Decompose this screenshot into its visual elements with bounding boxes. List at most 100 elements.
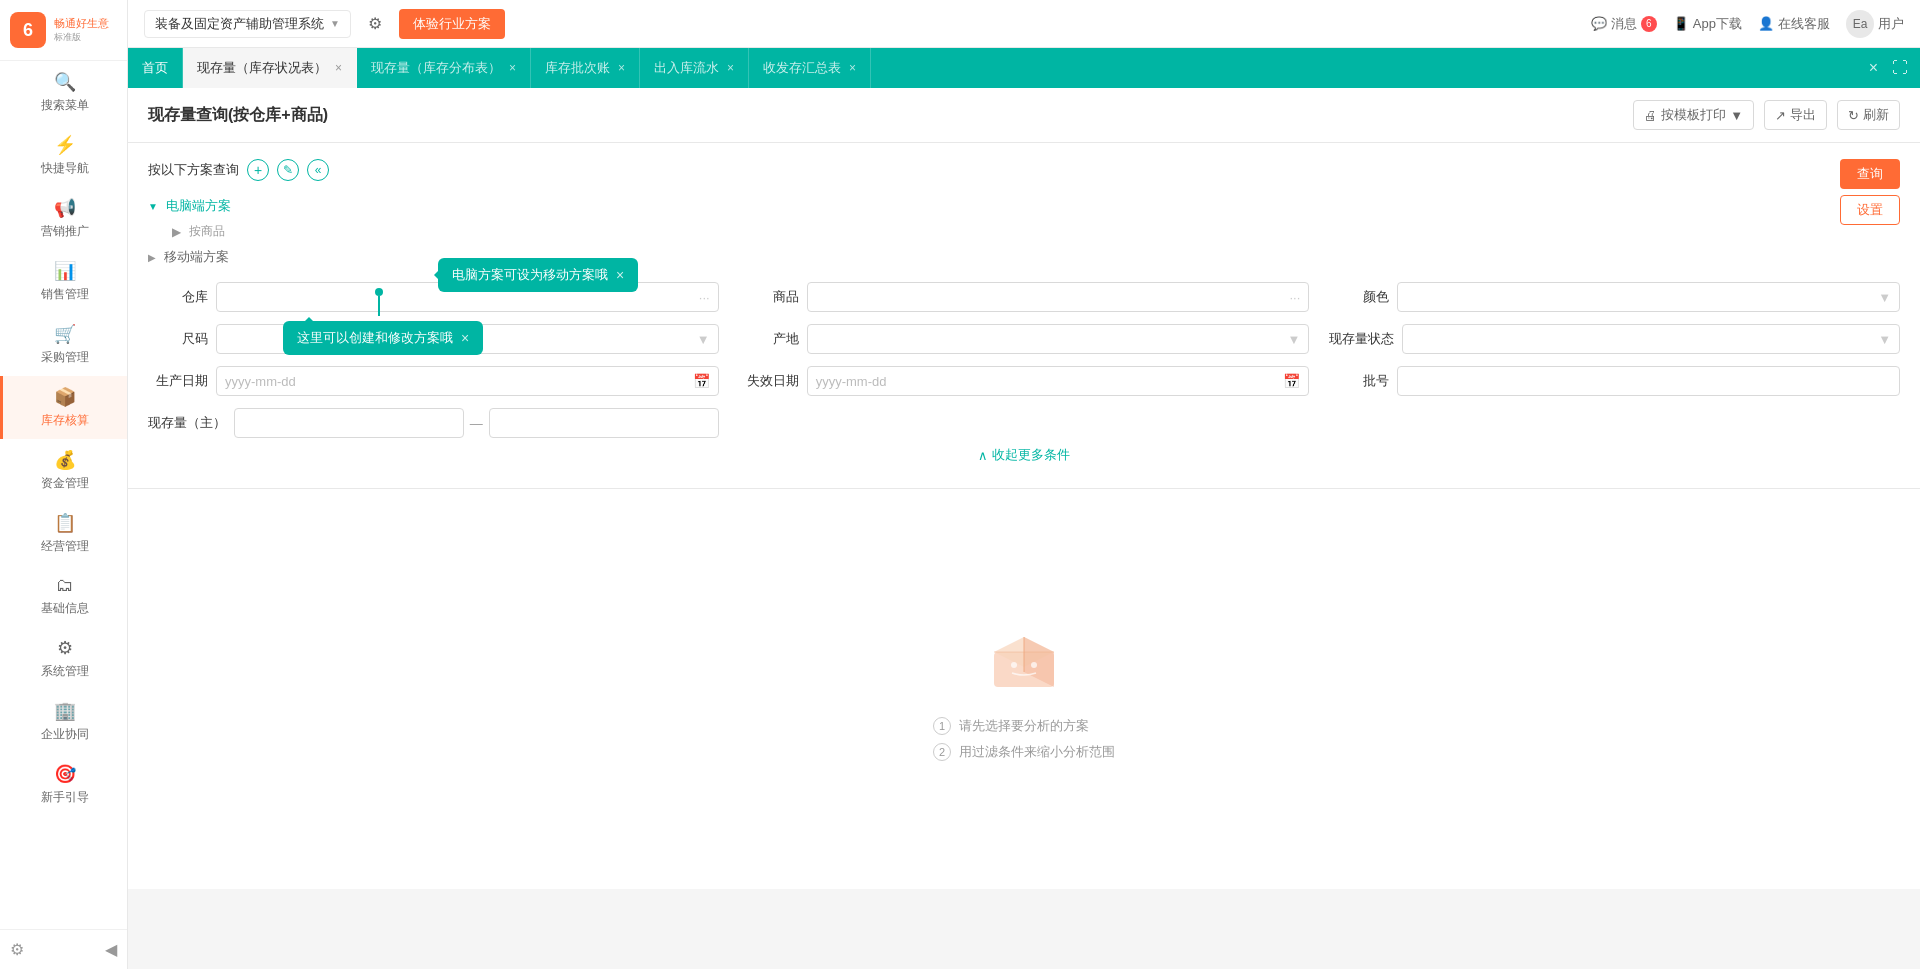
online-support-action[interactable]: 👤 在线客服 (1758, 15, 1830, 33)
tab-batch-account[interactable]: 库存批次账 × (531, 48, 640, 88)
collapse-bar[interactable]: ∧ 收起更多条件 (148, 438, 1900, 472)
sidebar-item-label: 销售管理 (41, 286, 89, 303)
search-button[interactable]: 查询 (1840, 159, 1900, 189)
tab-inventory-status-close[interactable]: × (335, 61, 342, 75)
stock-status-select[interactable]: ▼ (1402, 324, 1900, 354)
tab-inventory-status[interactable]: 现存量（库存状况表） × (183, 48, 357, 88)
filter-label-text: 按以下方案查询 (148, 161, 239, 179)
tab-inventory-status-label: 现存量（库存状况表） (197, 59, 327, 77)
svg-point-6 (1031, 662, 1037, 668)
tab-batch-account-close[interactable]: × (618, 61, 625, 75)
sidebar-item-purchase[interactable]: 🛒 采购管理 (0, 313, 127, 376)
empty-tip-1: 1 请先选择要分析的方案 (933, 717, 1115, 735)
refresh-button[interactable]: ↻ 刷新 (1837, 100, 1900, 130)
purchase-icon: 🛒 (54, 323, 76, 345)
empty-tip-1-text: 请先选择要分析的方案 (959, 717, 1089, 735)
sidebar-item-guide[interactable]: 🎯 新手引导 (0, 753, 127, 816)
scheme-item-mobile[interactable]: ▶ 移动端方案 (148, 244, 1900, 270)
scheme-item-pc[interactable]: ▼ 电脑端方案 (148, 193, 1900, 219)
empty-tip-2-text: 用过滤条件来缩小分析范围 (959, 743, 1115, 761)
print-label: 按模板打印 (1661, 106, 1726, 124)
system-selector[interactable]: 装备及固定资产辅助管理系统 ▼ (144, 10, 351, 38)
empty-tips: 1 请先选择要分析的方案 2 用过滤条件来缩小分析范围 (933, 717, 1115, 761)
page-header: 现存量查询(按仓库+商品) 🖨 按模板打印 ▼ ↗ 导出 ↻ 刷新 (128, 88, 1920, 143)
sidebar-nav: 🔍 搜索菜单 ⚡ 快捷导航 📢 营销推广 📊 销售管理 🛒 采购管理 📦 (0, 61, 127, 929)
prod-date-input[interactable]: yyyy-mm-dd 📅 (216, 366, 719, 396)
sidebar-item-quick[interactable]: ⚡ 快捷导航 (0, 124, 127, 187)
search-icon: 🔍 (54, 71, 76, 93)
app-download-action[interactable]: 📱 App下载 (1673, 15, 1742, 33)
support-icon: 👤 (1758, 16, 1774, 31)
sidebar-collapse-btn[interactable]: ◀ (105, 940, 117, 959)
tab-fullscreen-btn[interactable]: ⛶ (1888, 57, 1912, 79)
warehouse-dots: ··· (699, 290, 710, 305)
basic-icon: 🗂 (56, 575, 74, 596)
tab-inventory-dist-close[interactable]: × (509, 61, 516, 75)
reset-button[interactable]: 设置 (1840, 195, 1900, 225)
sidebar-settings-btn[interactable]: ⚙ (10, 940, 24, 959)
avatar: Ea (1846, 10, 1874, 38)
empty-illustration (974, 617, 1074, 697)
message-icon: 💬 (1591, 16, 1607, 31)
sidebar-item-label: 基础信息 (41, 600, 89, 617)
dot-line (378, 296, 380, 316)
tooltip-bubble-1: 电脑方案可设为移动方案哦 × (438, 258, 638, 292)
exp-date-label: 失效日期 (739, 372, 799, 390)
filter-add-button[interactable]: + (247, 159, 269, 181)
sidebar-item-finance[interactable]: 💰 资金管理 (0, 439, 127, 502)
tab-inout-flow-close[interactable]: × (727, 61, 734, 75)
message-label: 消息 (1611, 15, 1637, 33)
tooltip-2-close[interactable]: × (461, 330, 469, 346)
message-action[interactable]: 💬 消息 6 (1591, 15, 1657, 33)
tooltip-bubble-2: 这里可以创建和修改方案哦 × (283, 321, 483, 355)
tab-inout-flow[interactable]: 出入库流水 × (640, 48, 749, 88)
sidebar-item-label: 快捷导航 (41, 160, 89, 177)
tab-inventory-dist[interactable]: 现存量（库存分布表） × (357, 48, 531, 88)
export-button[interactable]: ↗ 导出 (1764, 100, 1827, 130)
scheme-item-sub1[interactable]: ▶ 按商品 (148, 219, 1900, 244)
filter-label-row: 按以下方案查询 + ✎ « (148, 159, 1900, 181)
top-bar: 装备及固定资产辅助管理系统 ▼ ⚙ 体验行业方案 💬 消息 6 📱 App下载 … (128, 0, 1920, 48)
origin-select[interactable]: ▼ (807, 324, 1310, 354)
sidebar-item-operations[interactable]: 📋 经营管理 (0, 502, 127, 565)
sidebar-item-enterprise[interactable]: 🏢 企业协同 (0, 690, 127, 753)
filter-row-prod-date: 生产日期 yyyy-mm-dd 📅 (148, 366, 719, 396)
online-support-label: 在线客服 (1778, 15, 1830, 33)
sidebar-item-system[interactable]: ⚙ 系统管理 (0, 627, 127, 690)
product-select[interactable]: ··· (807, 282, 1310, 312)
filter-edit-button[interactable]: ✎ (277, 159, 299, 181)
topbar-settings-btn[interactable]: ⚙ (359, 8, 391, 40)
collapse-label: 收起更多条件 (992, 446, 1070, 464)
sidebar-item-marketing[interactable]: 📢 营销推广 (0, 187, 127, 250)
tab-home[interactable]: 首页 (128, 48, 183, 88)
tab-close-all-btn[interactable]: × (1865, 57, 1882, 79)
tip-num-2: 2 (933, 743, 951, 761)
tooltip-1-close[interactable]: × (616, 267, 624, 283)
tab-recv-summary[interactable]: 收发存汇总表 × (749, 48, 871, 88)
sidebar: 6 畅通好生意 标准版 🔍 搜索菜单 ⚡ 快捷导航 📢 营销推广 📊 销售管理 (0, 0, 128, 969)
sidebar-item-search[interactable]: 🔍 搜索菜单 (0, 61, 127, 124)
user-action[interactable]: Ea 用户 (1846, 10, 1904, 38)
sidebar-item-basic[interactable]: 🗂 基础信息 (0, 565, 127, 627)
tab-bar-actions: × ⛶ (1857, 48, 1920, 88)
color-select[interactable]: ▼ (1397, 282, 1900, 312)
sidebar-item-inventory[interactable]: 📦 库存核算 (0, 376, 127, 439)
stock-qty-to[interactable] (489, 408, 719, 438)
finance-icon: 💰 (54, 449, 76, 471)
exp-date-placeholder: yyyy-mm-dd (816, 374, 887, 389)
sidebar-item-sales[interactable]: 📊 销售管理 (0, 250, 127, 313)
export-icon: ↗ (1775, 108, 1786, 123)
filter-row-exp-date: 失效日期 yyyy-mm-dd 📅 (739, 366, 1310, 396)
filter-arrow-button[interactable]: « (307, 159, 329, 181)
stock-status-arrow: ▼ (1878, 332, 1891, 347)
print-button[interactable]: 🖨 按模板打印 ▼ (1633, 100, 1754, 130)
tab-inventory-dist-label: 现存量（库存分布表） (371, 59, 501, 77)
trial-button[interactable]: 体验行业方案 (399, 9, 505, 39)
tab-recv-summary-close[interactable]: × (849, 61, 856, 75)
exp-date-calendar-icon: 📅 (1283, 373, 1300, 389)
batch-input[interactable] (1397, 366, 1900, 396)
stock-qty-from[interactable] (234, 408, 464, 438)
exp-date-input[interactable]: yyyy-mm-dd 📅 (807, 366, 1310, 396)
sidebar-logo: 6 畅通好生意 标准版 (0, 0, 127, 61)
page-header-actions: 🖨 按模板打印 ▼ ↗ 导出 ↻ 刷新 (1633, 100, 1900, 130)
